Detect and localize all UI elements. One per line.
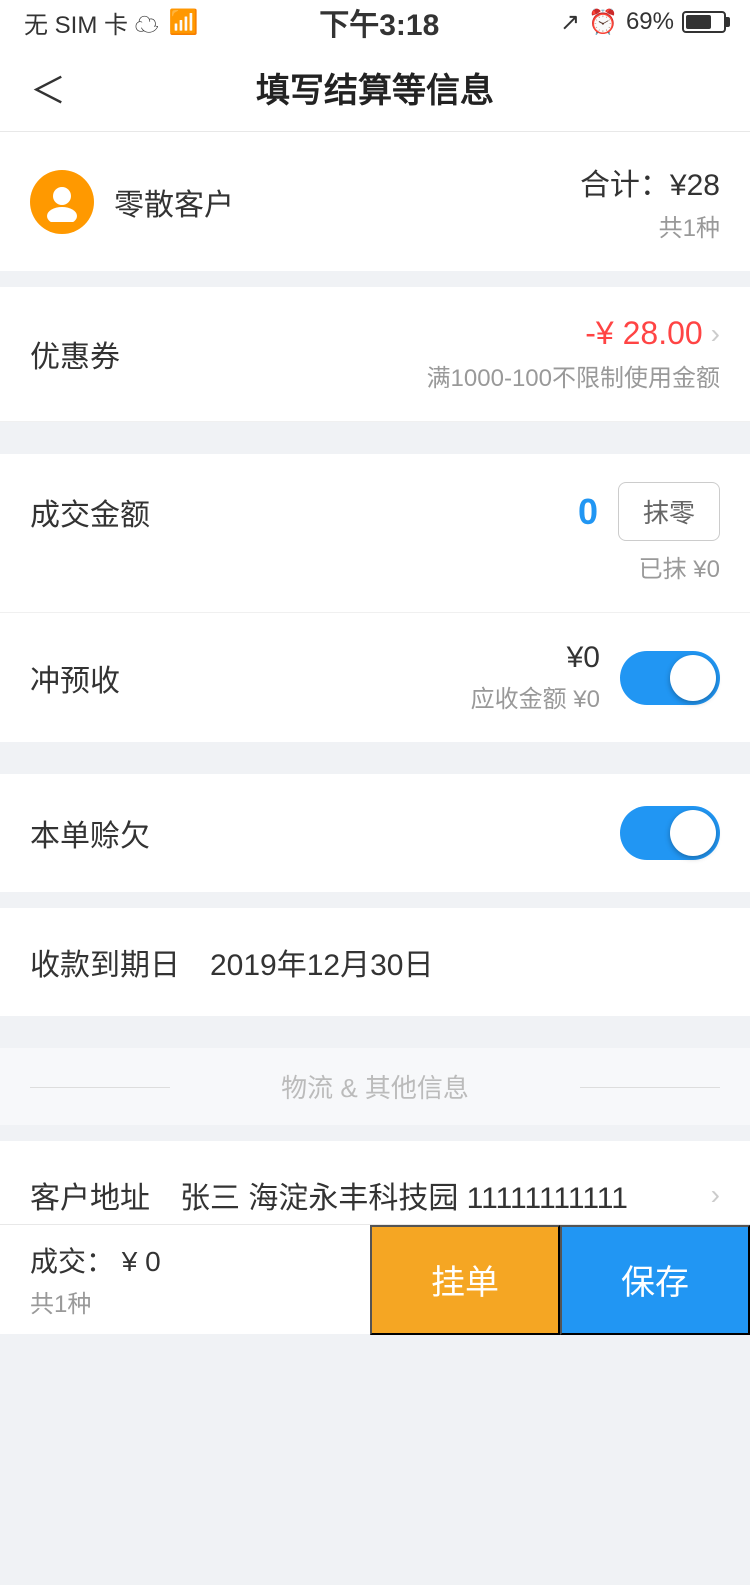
divider-3	[0, 1032, 750, 1048]
deal-section: 成交金额 0 抹零 已抹 ¥0 冲预收 ¥0 应收金额 ¥0	[0, 454, 750, 742]
location-icon: ↗	[560, 8, 580, 37]
already-erased: 已抹 ¥0	[30, 549, 720, 584]
customer-avatar	[30, 170, 94, 234]
wifi-icon: 📶	[169, 8, 199, 37]
total-count: 共1种	[580, 208, 720, 243]
bottom-count-label: 共1种	[30, 1284, 340, 1319]
total-amount: 合计：¥28	[580, 160, 720, 204]
divider-1	[0, 438, 750, 454]
address-chevron-icon: ›	[711, 1179, 720, 1211]
prereceive-amount: ¥0	[471, 641, 600, 675]
customer-name: 零散客户	[114, 180, 234, 224]
address-value: 张三 海淀永丰科技园 11111111111	[180, 1173, 711, 1217]
nav-bar: ＜ 填写结算等信息	[0, 44, 750, 132]
status-bar: 无 SIM 卡 ☁ 📶 下午3:18 ↗ ⏰ 69%	[0, 0, 750, 44]
due-date-value[interactable]: 2019年12月30日	[210, 940, 433, 984]
due-date-label: 收款到期日	[30, 940, 180, 984]
save-button[interactable]: 保存	[560, 1225, 750, 1335]
debt-section: 本单赊欠	[0, 774, 750, 892]
customer-row: 零散客户 合计：¥28 共1种	[0, 132, 750, 271]
prereceive-section: 冲预收 ¥0 应收金额 ¥0	[0, 613, 750, 742]
logistics-header-text: 物流 & 其他信息	[281, 1073, 469, 1103]
prereceive-amount-block: ¥0 应收金额 ¥0	[471, 641, 600, 714]
status-right: ↗ ⏰ 69%	[560, 8, 726, 37]
bottom-bar: 成交： ¥ 0 共1种 挂单 保存	[0, 1224, 750, 1334]
bottom-summary: 成交： ¥ 0 共1种	[0, 1240, 370, 1319]
address-label: 客户地址	[30, 1173, 150, 1217]
deal-amount-row: 成交金额 0 抹零 已抹 ¥0	[0, 454, 750, 613]
user-icon	[42, 182, 82, 222]
coupon-right: -¥ 28.00 › 满1000-100不限制使用金额	[427, 315, 720, 393]
battery-percent: 69%	[626, 8, 674, 36]
bottom-deal-label: 成交： ¥ 0	[30, 1240, 340, 1280]
chevron-right-icon: ›	[711, 318, 720, 350]
toggle-knob	[670, 655, 716, 701]
back-button[interactable]: ＜	[30, 62, 66, 114]
hang-button[interactable]: 挂单	[370, 1225, 560, 1335]
round-button[interactable]: 抹零	[618, 482, 720, 541]
deal-label: 成交金额	[30, 490, 150, 534]
debt-label: 本单赊欠	[30, 811, 150, 855]
sim-text: 无 SIM 卡 ☁	[24, 5, 159, 40]
coupon-row[interactable]: 优惠券 -¥ 28.00 › 满1000-100不限制使用金额	[0, 287, 750, 422]
prereceive-sub: 应收金额 ¥0	[471, 679, 600, 714]
due-date-section: 收款到期日 2019年12月30日	[0, 908, 750, 1016]
prereceive-label: 冲预收	[30, 656, 120, 700]
page-title: 填写结算等信息	[256, 63, 494, 112]
coupon-desc: 满1000-100不限制使用金额	[427, 358, 720, 393]
prereceive-toggle[interactable]	[620, 651, 720, 705]
coupon-amount: -¥ 28.00	[585, 315, 702, 352]
divider-2	[0, 758, 750, 774]
divider-4	[0, 1125, 750, 1141]
battery-fill	[686, 15, 711, 29]
coupon-section: 优惠券 -¥ 28.00 › 满1000-100不限制使用金额	[0, 287, 750, 422]
alarm-icon: ⏰	[588, 8, 618, 37]
debt-toggle[interactable]	[620, 806, 720, 860]
battery-icon	[682, 11, 726, 33]
customer-summary: 合计：¥28 共1种	[580, 160, 720, 243]
debt-toggle-knob	[670, 810, 716, 856]
customer-left: 零散客户	[30, 170, 234, 234]
status-left: 无 SIM 卡 ☁ 📶	[24, 5, 199, 40]
deal-value[interactable]: 0	[578, 491, 598, 533]
coupon-label: 优惠券	[30, 332, 120, 376]
status-time: 下午3:18	[319, 0, 439, 44]
logistics-header: 物流 & 其他信息	[0, 1048, 750, 1125]
content-area: 零散客户 合计：¥28 共1种 优惠券 -¥ 28.00 › 满1000-100…	[0, 132, 750, 1585]
